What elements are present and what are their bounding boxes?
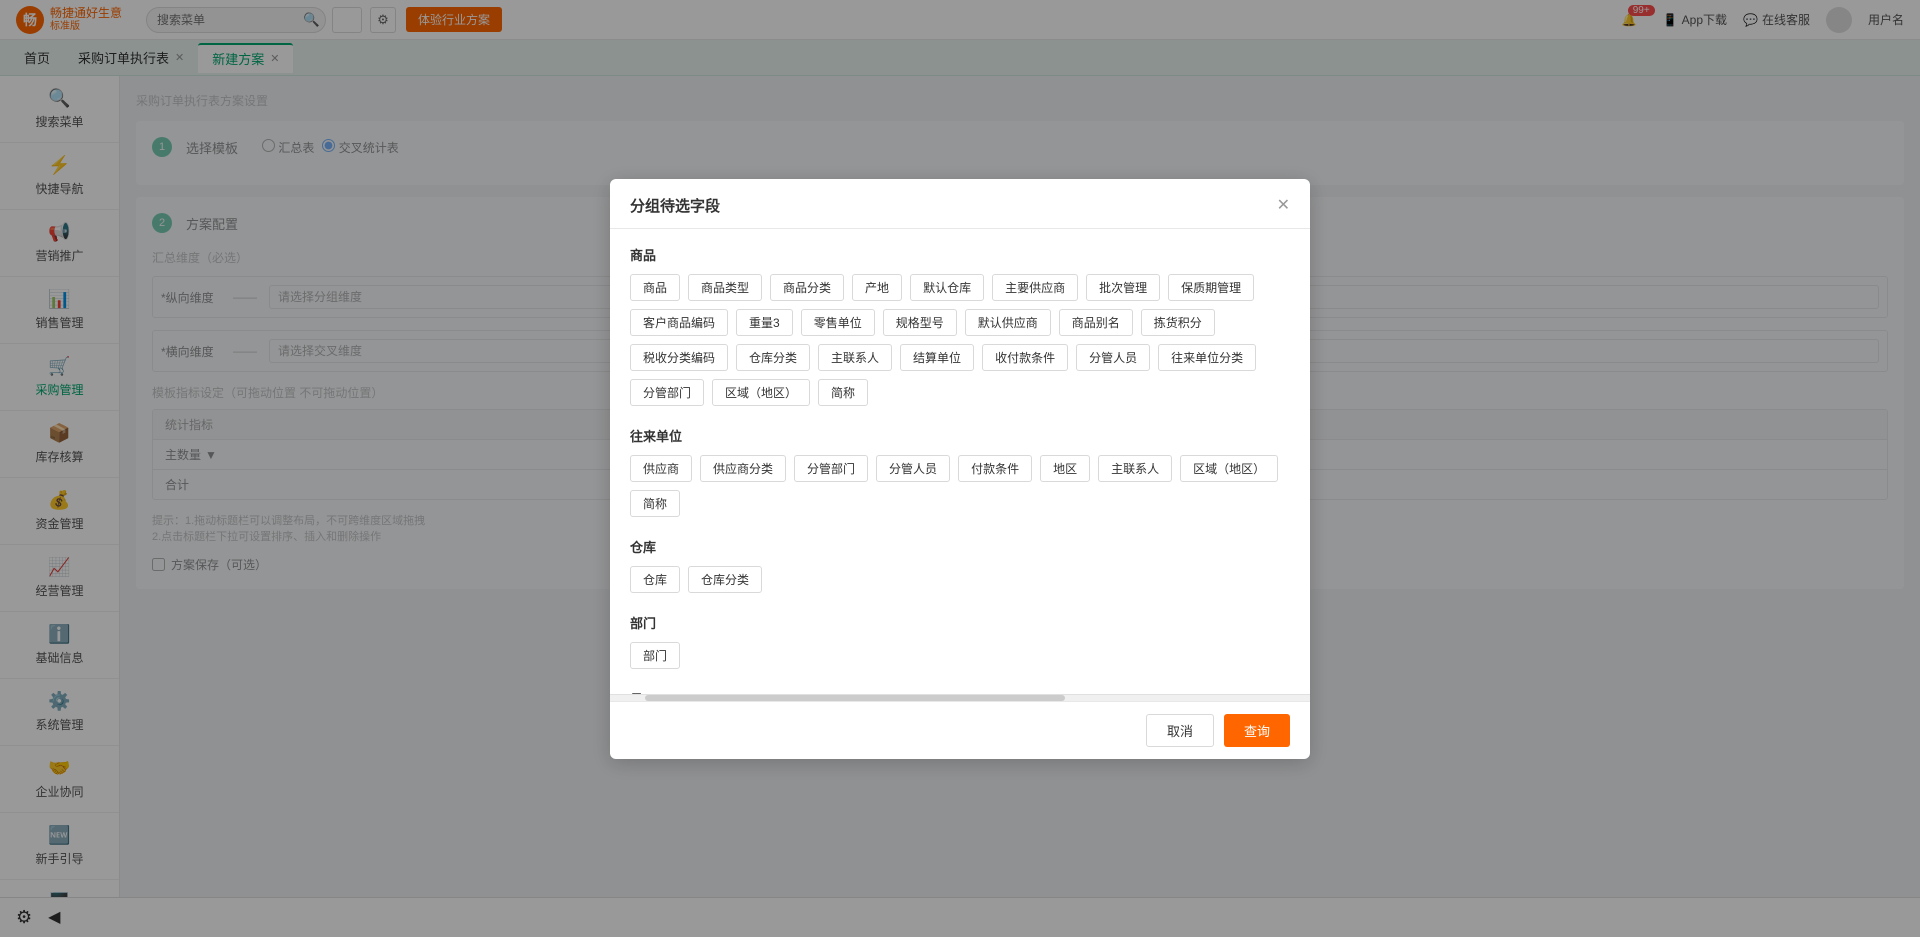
- field-dept[interactable]: 部门: [630, 642, 680, 669]
- field-pick-points[interactable]: 拣货积分: [1141, 309, 1215, 336]
- field-abbrev-partner[interactable]: 简称: [630, 490, 680, 517]
- field-warehouse-cat[interactable]: 仓库分类: [688, 566, 762, 593]
- cancel-button[interactable]: 取消: [1146, 714, 1214, 747]
- modal-body: 商品 商品 商品类型 商品分类 产地 默认仓库 主要供应商 批次管理 保质期管理…: [610, 229, 1310, 694]
- section-product-fields: 商品 商品类型 商品分类 产地 默认仓库 主要供应商 批次管理 保质期管理 客户…: [630, 274, 1290, 406]
- modal-footer: 取消 查询: [610, 701, 1310, 759]
- field-dept-in-charge[interactable]: 分管部门: [630, 379, 704, 406]
- section-dept: 部门 部门: [630, 613, 1290, 669]
- section-partner-fields: 供应商 供应商分类 分管部门 分管人员 付款条件 地区 主联系人 区域（地区） …: [630, 455, 1290, 517]
- field-abbrev-product[interactable]: 简称: [818, 379, 868, 406]
- section-partner: 往来单位 供应商 供应商分类 分管部门 分管人员 付款条件 地区 主联系人 区域…: [630, 426, 1290, 517]
- section-warehouse-fields: 仓库 仓库分类: [630, 566, 1290, 593]
- modal-horizontal-scrollbar[interactable]: [610, 694, 1310, 701]
- field-origin[interactable]: 产地: [852, 274, 902, 301]
- field-batch-mgmt[interactable]: 批次管理: [1086, 274, 1160, 301]
- field-weight3[interactable]: 重量3: [736, 309, 793, 336]
- confirm-button[interactable]: 查询: [1224, 714, 1290, 747]
- modal-overlay: 分组待选字段 ✕ 商品 商品 商品类型 商品分类 产地 默认仓库 主要供应商 批…: [0, 0, 1920, 937]
- field-main-supplier[interactable]: 主要供应商: [992, 274, 1078, 301]
- section-partner-title: 往来单位: [630, 426, 1290, 445]
- modal-title: 分组待选字段: [630, 195, 720, 216]
- field-product-type[interactable]: 商品类型: [688, 274, 762, 301]
- field-customer-sku[interactable]: 客户商品编码: [630, 309, 728, 336]
- field-settlement-unit[interactable]: 结算单位: [900, 344, 974, 371]
- field-partner-category[interactable]: 往来单位分类: [1158, 344, 1256, 371]
- field-supervisor-partner[interactable]: 分管人员: [876, 455, 950, 482]
- field-default-warehouse[interactable]: 默认仓库: [910, 274, 984, 301]
- field-spec-model[interactable]: 规格型号: [883, 309, 957, 336]
- modal-close-button[interactable]: ✕: [1277, 195, 1290, 215]
- modal-header: 分组待选字段 ✕: [610, 179, 1310, 229]
- field-main-contact-partner[interactable]: 主联系人: [1098, 455, 1172, 482]
- field-default-supplier[interactable]: 默认供应商: [965, 309, 1051, 336]
- field-supervisor[interactable]: 分管人员: [1076, 344, 1150, 371]
- field-supplier[interactable]: 供应商: [630, 455, 692, 482]
- field-warehouse-category[interactable]: 仓库分类: [736, 344, 810, 371]
- field-payment-cond[interactable]: 付款条件: [958, 455, 1032, 482]
- modal-hscroll-thumb: [645, 695, 1065, 701]
- field-tax-code[interactable]: 税收分类编码: [630, 344, 728, 371]
- field-payment-terms[interactable]: 收付款条件: [982, 344, 1068, 371]
- field-selection-modal: 分组待选字段 ✕ 商品 商品 商品类型 商品分类 产地 默认仓库 主要供应商 批…: [610, 179, 1310, 759]
- field-dept-partner[interactable]: 分管部门: [794, 455, 868, 482]
- field-retail-unit[interactable]: 零售单位: [801, 309, 875, 336]
- field-expiry-mgmt[interactable]: 保质期管理: [1168, 274, 1254, 301]
- field-supplier-category[interactable]: 供应商分类: [700, 455, 786, 482]
- section-dept-fields: 部门: [630, 642, 1290, 669]
- field-warehouse[interactable]: 仓库: [630, 566, 680, 593]
- field-main-contact[interactable]: 主联系人: [818, 344, 892, 371]
- section-warehouse-title: 仓库: [630, 537, 1290, 556]
- field-product-category[interactable]: 商品分类: [770, 274, 844, 301]
- field-region-product[interactable]: 区域（地区）: [712, 379, 810, 406]
- field-area-partner[interactable]: 区域（地区）: [1180, 455, 1278, 482]
- section-warehouse: 仓库 仓库 仓库分类: [630, 537, 1290, 593]
- field-product[interactable]: 商品: [630, 274, 680, 301]
- section-product-title: 商品: [630, 245, 1290, 264]
- field-product-alias[interactable]: 商品别名: [1059, 309, 1133, 336]
- field-region-partner[interactable]: 地区: [1040, 455, 1090, 482]
- section-dept-title: 部门: [630, 613, 1290, 632]
- section-product: 商品 商品 商品类型 商品分类 产地 默认仓库 主要供应商 批次管理 保质期管理…: [630, 245, 1290, 406]
